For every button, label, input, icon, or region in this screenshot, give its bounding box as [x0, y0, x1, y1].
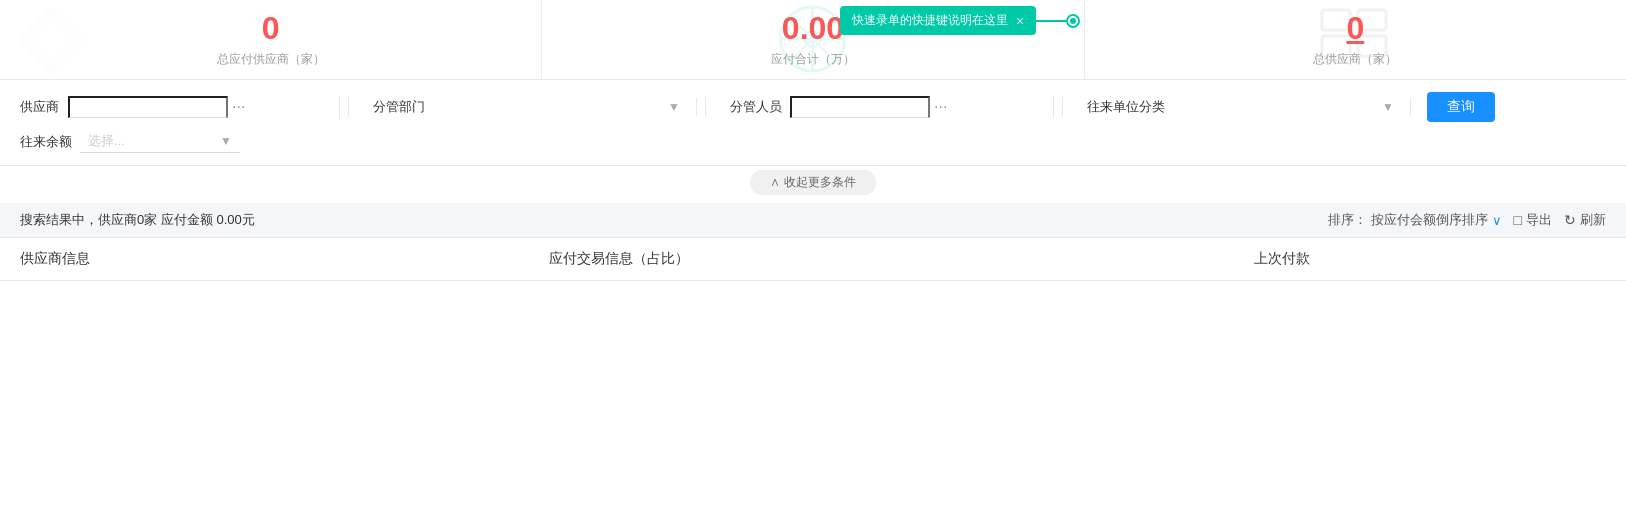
table-col-last-payment: 上次付款 — [1254, 250, 1606, 268]
result-actions: 排序： 按应付会额倒序排序 ∨ □ 导出 ↻ 刷新 — [1328, 211, 1606, 229]
filter-dept: 分管部门 ▼ — [357, 98, 697, 116]
collapse-button[interactable]: ∧ 收起更多条件 — [750, 170, 875, 195]
grid-bg-icon — [1320, 8, 1390, 58]
supplier-input[interactable] — [68, 96, 228, 118]
table-container: 供应商信息 应付交易信息（占比） 上次付款 — [0, 238, 1626, 515]
person-dots-btn[interactable]: ··· — [934, 98, 947, 116]
svg-rect-10 — [1322, 36, 1350, 56]
filter-unit: 往来单位分类 ▼ — [1071, 98, 1411, 116]
diamond-bg-icon — [16, 5, 86, 75]
filter-bar: 供应商 ··· 分管部门 ▼ 分管人员 ··· 往来单位分类 ▼ — [0, 80, 1626, 166]
result-info: 搜索结果中，供应商0家 应付金额 0.00元 — [20, 211, 255, 229]
refresh-label: 刷新 — [1580, 211, 1606, 229]
person-label: 分管人员 — [730, 98, 782, 116]
tooltip-text: 快速录单的快捷键说明在这里 — [852, 12, 1008, 29]
sort-dropdown-icon: ∨ — [1492, 213, 1502, 228]
stat-total-payable-suppliers: 0 总应付供应商（家） — [0, 0, 542, 79]
tooltip-bubble: 快速录单的快捷键说明在这里 × — [840, 6, 1036, 35]
search-button[interactable]: 查询 — [1427, 92, 1495, 122]
supplier-label: 供应商 — [20, 98, 60, 116]
divider-1 — [348, 97, 349, 117]
stats-bar: 0 总应付供应商（家） 快速录单的快捷键说明在这里 × 0.00 应付合计（万） — [0, 0, 1626, 80]
unit-dropdown-icon: ▼ — [1382, 100, 1394, 114]
filter-row-2: 往来余额 选择... ▼ — [20, 130, 1606, 159]
person-input[interactable] — [790, 96, 930, 118]
export-button[interactable]: □ 导出 — [1514, 211, 1552, 229]
tooltip-dot — [1068, 16, 1078, 26]
filter-person: 分管人员 ··· — [714, 96, 1054, 118]
dept-label: 分管部门 — [373, 98, 425, 116]
dept-dropdown-icon: ▼ — [668, 100, 680, 114]
refresh-button[interactable]: ↻ 刷新 — [1564, 211, 1606, 229]
dept-select[interactable]: ▼ — [433, 100, 680, 114]
total-payable-number: 0 — [262, 11, 280, 46]
table-col-supplier-info: 供应商信息 — [20, 250, 549, 268]
total-payable-label: 总应付供应商（家） — [217, 51, 325, 68]
export-label: 导出 — [1526, 211, 1552, 229]
divider-3 — [1062, 97, 1063, 117]
export-icon: □ — [1514, 212, 1522, 228]
svg-rect-11 — [1358, 36, 1386, 56]
table-body — [0, 281, 1626, 515]
svg-rect-8 — [1322, 10, 1350, 30]
divider-2 — [705, 97, 706, 117]
stat-total-suppliers: 0 总供应商（家） — [1085, 0, 1626, 79]
result-bar: 搜索结果中，供应商0家 应付金额 0.00元 排序： 按应付会额倒序排序 ∨ □… — [0, 203, 1626, 238]
filter-balance: 往来余额 选择... ▼ — [20, 130, 240, 153]
balance-dropdown-icon: ▼ — [220, 134, 232, 148]
balance-label: 往来余额 — [20, 133, 72, 151]
filter-row-1: 供应商 ··· 分管部门 ▼ 分管人员 ··· 往来单位分类 ▼ — [20, 92, 1606, 122]
table-header: 供应商信息 应付交易信息（占比） 上次付款 — [0, 238, 1626, 281]
unit-label: 往来单位分类 — [1087, 98, 1165, 116]
sort-value: 按应付会额倒序排序 — [1371, 211, 1488, 229]
table-col-transaction-info: 应付交易信息（占比） — [549, 250, 1254, 268]
filter-supplier: 供应商 ··· — [20, 96, 340, 118]
balance-placeholder: 选择... — [88, 132, 125, 150]
refresh-icon: ↻ — [1564, 212, 1576, 228]
collapse-bar: ∧ 收起更多条件 — [0, 166, 1626, 203]
sort-label: 排序： — [1328, 211, 1367, 229]
supplier-dots-btn[interactable]: ··· — [232, 98, 245, 116]
tooltip-close-btn[interactable]: × — [1016, 13, 1024, 29]
sort-control[interactable]: 排序： 按应付会额倒序排序 ∨ — [1328, 211, 1502, 229]
balance-select[interactable]: 选择... ▼ — [80, 130, 240, 153]
svg-rect-9 — [1358, 10, 1386, 30]
unit-select[interactable]: ▼ — [1173, 100, 1394, 114]
stat-payable-total: 快速录单的快捷键说明在这里 × 0.00 应付合计（万） — [542, 0, 1084, 79]
